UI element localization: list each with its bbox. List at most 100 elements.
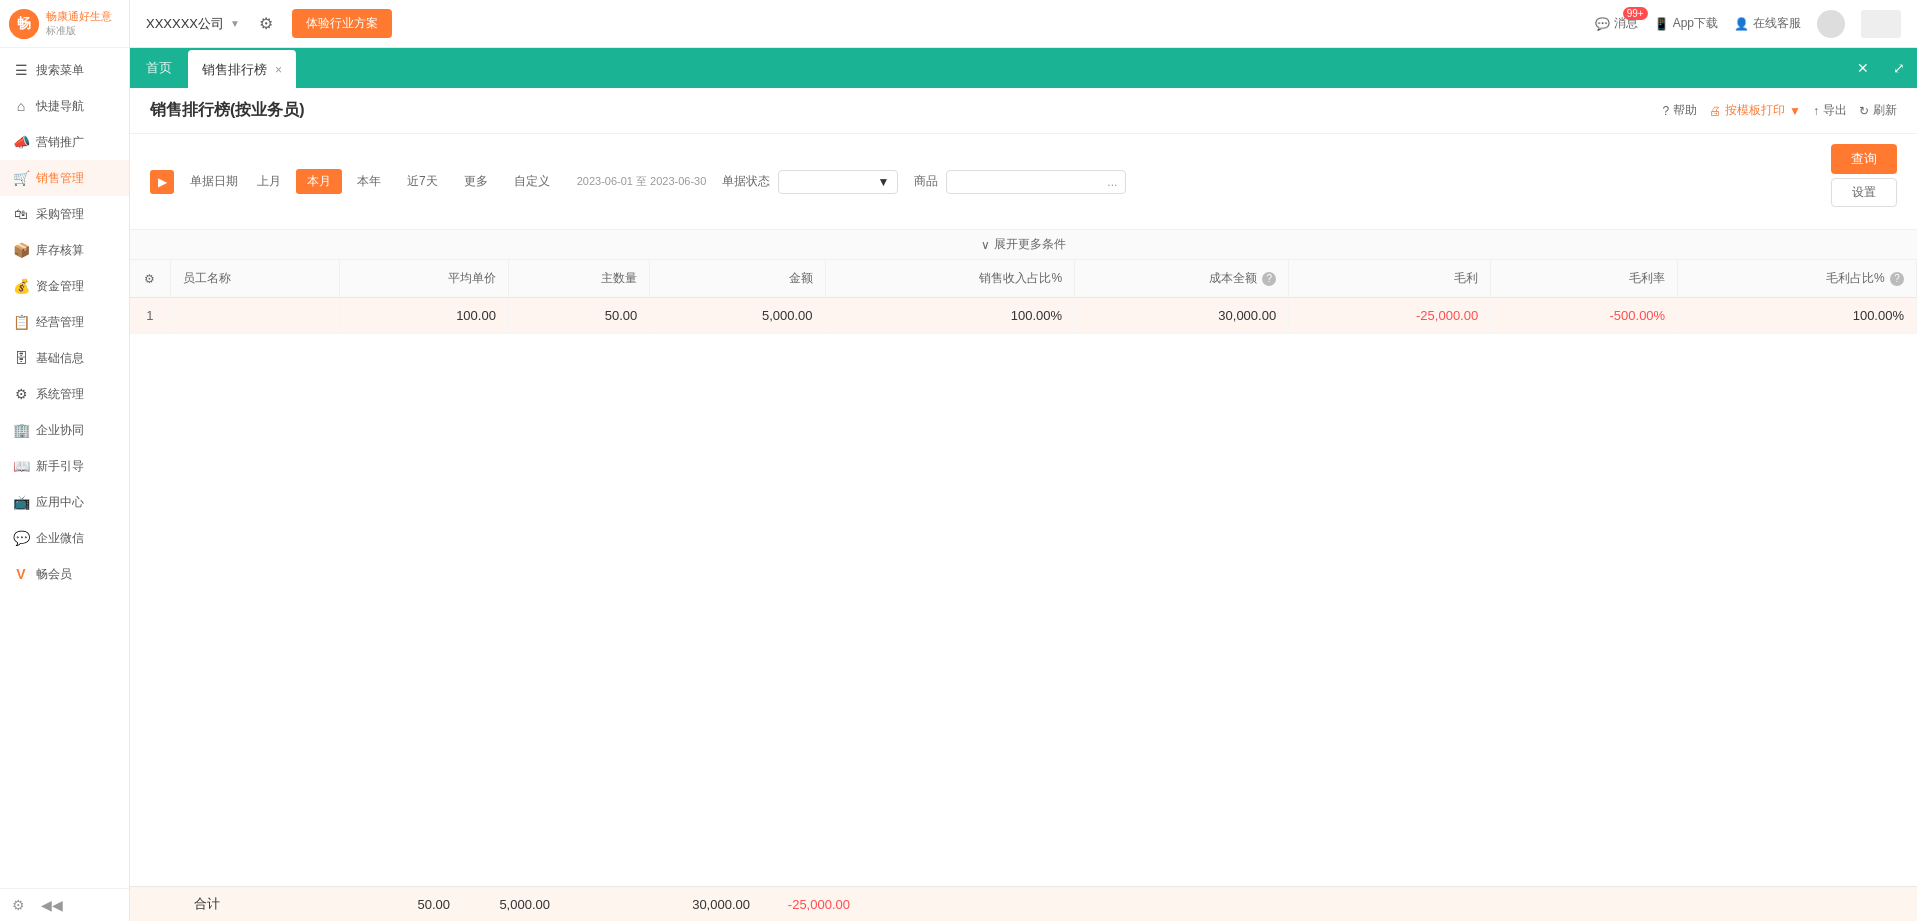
sidebar-footer: ⚙ ◀◀	[0, 888, 129, 921]
col-gross-rate: 毛利率	[1491, 260, 1678, 298]
cell-gross-pct: 100.00%	[1678, 298, 1917, 334]
service-icon: 👤	[1734, 17, 1749, 31]
topbar-gear-button[interactable]: ⚙	[252, 10, 280, 38]
basic-nav-icon: 🗄	[12, 349, 30, 367]
filter-expand-arrow[interactable]: ▶	[150, 170, 174, 194]
sidebar-item-guide[interactable]: 📖 新手引导	[0, 448, 129, 484]
sidebar-item-collab[interactable]: 🏢 企业协同	[0, 412, 129, 448]
sidebar-item-inventory[interactable]: 📦 库存核算	[0, 232, 129, 268]
message-button[interactable]: 💬 消息 99+	[1595, 15, 1638, 32]
sidebar-item-label: 库存核算	[36, 242, 84, 259]
company-selector[interactable]: XXXXXX公司 ▼	[146, 15, 240, 33]
template-print-button[interactable]: 🖨 按模板打印 ▼	[1709, 102, 1801, 119]
app-download-icon: 📱	[1654, 17, 1669, 31]
template-print-label: 按模板打印	[1725, 102, 1785, 119]
topbar-right: 💬 消息 99+ 📱 App下载 👤 在线客服	[1595, 10, 1901, 38]
refresh-icon: ↻	[1859, 104, 1869, 118]
apps-nav-icon: 📺	[12, 493, 30, 511]
app-subtitle: 标准版	[46, 24, 112, 38]
cell-gross-profit: -25,000.00	[1289, 298, 1491, 334]
status-select-arrow: ▼	[877, 175, 889, 189]
sidebar-item-label: 企业微信	[36, 530, 84, 547]
sidebar-item-system[interactable]: ⚙ 系统管理	[0, 376, 129, 412]
this-year-pill[interactable]: 本年	[346, 169, 392, 194]
topbar: XXXXXX公司 ▼ ⚙ 体验行业方案 💬 消息 99+ 📱 App下载 👤 在…	[130, 0, 1917, 48]
user-avatar[interactable]	[1817, 10, 1845, 38]
company-name: XXXXXX公司	[146, 15, 224, 33]
sidebar-item-search[interactable]: ☰ 搜索菜单	[0, 52, 129, 88]
message-icon: 💬	[1595, 17, 1610, 31]
more-pill[interactable]: 更多	[453, 169, 499, 194]
sidebar-item-member[interactable]: V 畅会员	[0, 556, 129, 592]
collab-nav-icon: 🏢	[12, 421, 30, 439]
sidebar-item-label: 系统管理	[36, 386, 84, 403]
last7-pill[interactable]: 近7天	[396, 169, 449, 194]
collapse-sidebar-icon[interactable]: ◀◀	[41, 897, 63, 913]
this-month-pill[interactable]: 本月	[296, 169, 342, 194]
sidebar-item-label: 搜索菜单	[36, 62, 84, 79]
expand-chevron-icon: ∨	[981, 238, 990, 252]
app-title: 畅康通好生意	[46, 9, 112, 23]
right-action-buttons: 查询 设置	[1831, 144, 1897, 219]
sidebar-item-apps[interactable]: 📺 应用中心	[0, 484, 129, 520]
query-button[interactable]: 查询	[1831, 144, 1897, 174]
sidebar-item-operations[interactable]: 📋 经营管理	[0, 304, 129, 340]
last-month-pill[interactable]: 上月	[246, 169, 292, 194]
sidebar-item-label: 基础信息	[36, 350, 84, 367]
cost-info-icon[interactable]: ?	[1262, 272, 1276, 286]
refresh-button[interactable]: ↻ 刷新	[1859, 102, 1897, 119]
col-qty: 主数量	[508, 260, 649, 298]
goods-more-icon[interactable]: ...	[1107, 175, 1117, 189]
search-nav-icon: ☰	[12, 61, 30, 79]
column-settings-button[interactable]: 设置	[1831, 178, 1897, 207]
sidebar-item-quicknav[interactable]: ⌂ 快捷导航	[0, 88, 129, 124]
table-footer: 合计 50.00 5,000.00 30,000.00 -25,000.00	[130, 886, 1917, 921]
status-select[interactable]: ▼	[778, 170, 898, 194]
expand-conditions-row[interactable]: ∨ 展开更多条件	[130, 230, 1917, 260]
tab-home[interactable]: 首页	[130, 48, 188, 88]
col-settings[interactable]: ⚙	[130, 260, 170, 298]
online-service-button[interactable]: 👤 在线客服	[1734, 15, 1801, 32]
tab-sales-rank-label: 销售排行榜	[202, 61, 267, 79]
message-badge: 99+	[1623, 7, 1648, 20]
sidebar-item-purchase[interactable]: 🛍 采购管理	[0, 196, 129, 232]
refresh-label: 刷新	[1873, 102, 1897, 119]
app-download-button[interactable]: 📱 App下载	[1654, 15, 1718, 32]
date-range-display: 2023-06-01 至 2023-06-30	[577, 174, 707, 189]
sidebar-item-label: 营销推广	[36, 134, 84, 151]
table-container: ⚙ 员工名称 平均单价 主数量 金额 销售收入占比% 成本全额 ? 毛利 毛利率	[130, 260, 1917, 886]
settings-footer-icon[interactable]: ⚙	[12, 897, 25, 913]
sidebar-item-marketing[interactable]: 📣 营销推广	[0, 124, 129, 160]
home-nav-icon: ⌂	[12, 97, 30, 115]
sidebar-item-sales[interactable]: 🛒 销售管理	[0, 160, 129, 196]
sidebar-item-wechat[interactable]: 💬 企业微信	[0, 520, 129, 556]
sales-rank-table: ⚙ 员工名称 平均单价 主数量 金额 销售收入占比% 成本全额 ? 毛利 毛利率	[130, 260, 1917, 334]
col-cost: 成本全额 ?	[1075, 260, 1289, 298]
tab-close-window[interactable]: ✕	[1845, 60, 1881, 76]
goods-input[interactable]: ...	[946, 170, 1126, 194]
sidebar-item-basic[interactable]: 🗄 基础信息	[0, 340, 129, 376]
tab-sales-rank[interactable]: 销售排行榜 ×	[188, 50, 296, 90]
sidebar-item-label: 销售管理	[36, 170, 84, 187]
cell-avg-price: 100.00	[339, 298, 508, 334]
gross-pct-info-icon[interactable]: ?	[1890, 272, 1904, 286]
col-amount: 金额	[650, 260, 825, 298]
sidebar-item-label: 畅会员	[36, 566, 72, 583]
goods-filter-label: 商品	[914, 173, 938, 190]
cell-amount: 5,000.00	[650, 298, 825, 334]
sidebar-item-finance[interactable]: 💰 资金管理	[0, 268, 129, 304]
tab-restore-window[interactable]: ⤢	[1881, 60, 1917, 76]
export-label: 导出	[1823, 102, 1847, 119]
export-button[interactable]: ↑ 导出	[1813, 102, 1847, 119]
help-label: 帮助	[1673, 102, 1697, 119]
help-button[interactable]: ? 帮助	[1662, 102, 1697, 119]
tab-close-button[interactable]: ×	[275, 64, 282, 76]
col-gross-pct: 毛利占比% ?	[1678, 260, 1917, 298]
sidebar-item-label: 经营管理	[36, 314, 84, 331]
industry-solution-button[interactable]: 体验行业方案	[292, 9, 392, 38]
sidebar-item-label: 企业协同	[36, 422, 84, 439]
custom-pill[interactable]: 自定义	[503, 169, 561, 194]
sidebar-item-label: 新手引导	[36, 458, 84, 475]
cell-qty: 50.00	[508, 298, 649, 334]
sales-nav-icon: 🛒	[12, 169, 30, 187]
